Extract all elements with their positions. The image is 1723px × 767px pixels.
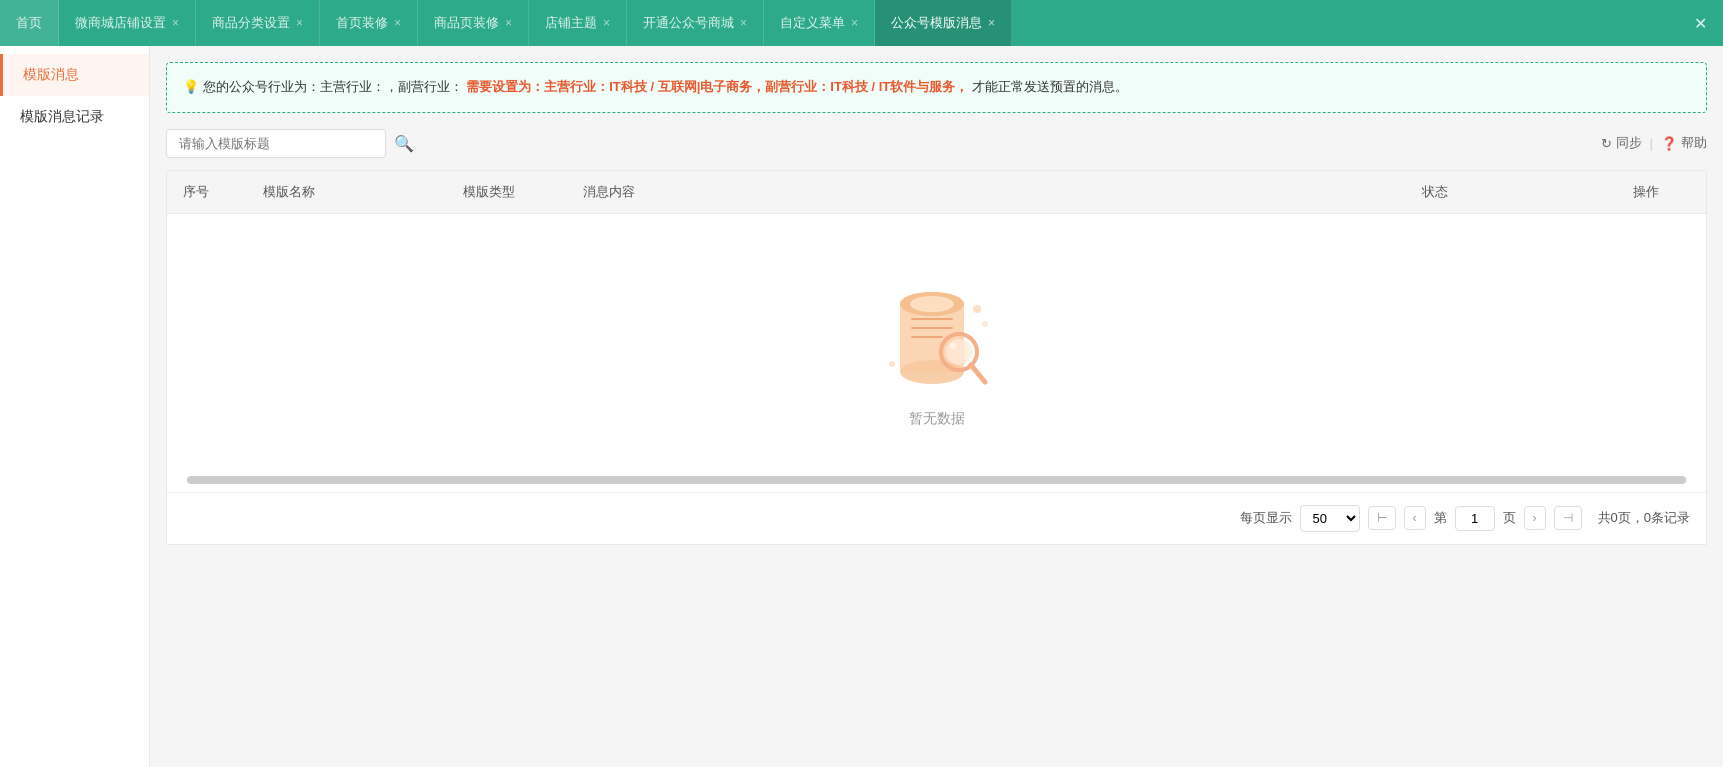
tab-store-settings-close[interactable]: × xyxy=(172,16,179,30)
tab-home-decor-label: 首页装修 xyxy=(336,14,388,32)
svg-point-12 xyxy=(973,305,981,313)
svg-point-14 xyxy=(889,361,895,367)
search-button[interactable]: 🔍 xyxy=(394,134,414,153)
tab-category-close[interactable]: × xyxy=(296,16,303,30)
tab-store-theme[interactable]: 店铺主题 × xyxy=(529,0,627,46)
search-right: ↻ 同步 | ❓ 帮助 xyxy=(1601,134,1707,152)
sidebar-item-template-record[interactable]: 模版消息记录 xyxy=(0,96,149,138)
help-label: 帮助 xyxy=(1681,134,1707,152)
page-suffix: 页 xyxy=(1503,509,1516,527)
svg-point-4 xyxy=(910,296,954,312)
content-area: 💡 您的公众号行业为：主营行业：，副营行业： 需要设置为：主营行业：IT科技 /… xyxy=(150,46,1723,767)
svg-point-11 xyxy=(950,343,956,349)
search-input[interactable] xyxy=(166,129,386,158)
prev-page-button[interactable]: ‹ xyxy=(1404,506,1426,530)
tab-home[interactable]: 首页 xyxy=(0,0,59,46)
per-page-label: 每页显示 xyxy=(1240,509,1292,527)
tab-store-settings[interactable]: 微商城店铺设置 × xyxy=(59,0,196,46)
tab-home-decor-close[interactable]: × xyxy=(394,16,401,30)
tab-custom-menu[interactable]: 自定义菜单 × xyxy=(764,0,875,46)
first-page-button[interactable]: ⊢ xyxy=(1368,506,1396,530)
sidebar: 模版消息 模版消息记录 xyxy=(0,46,150,767)
next-page-button[interactable]: › xyxy=(1524,506,1546,530)
sidebar-item-template-label: 模版消息 xyxy=(23,66,79,82)
divider: | xyxy=(1650,136,1653,151)
svg-point-13 xyxy=(982,321,988,327)
th-type: 模版类型 xyxy=(447,171,567,213)
tab-custom-menu-label: 自定义菜单 xyxy=(780,14,845,32)
info-banner: 💡 您的公众号行业为：主营行业：，副营行业： 需要设置为：主营行业：IT科技 /… xyxy=(166,62,1707,113)
tab-open-wechat-mall-close[interactable]: × xyxy=(740,16,747,30)
tab-category-label: 商品分类设置 xyxy=(212,14,290,32)
info-icon: 💡 xyxy=(183,79,199,94)
last-page-button[interactable]: ⊣ xyxy=(1554,506,1582,530)
topbar: 首页 微商城店铺设置 × 商品分类设置 × 首页装修 × 商品页装修 × 店铺主… xyxy=(0,0,1723,46)
tab-store-settings-label: 微商城店铺设置 xyxy=(75,14,166,32)
tab-template-message-label: 公众号模版消息 xyxy=(891,14,982,32)
main-layout: 模版消息 模版消息记录 💡 您的公众号行业为：主营行业：，副营行业： 需要设置为… xyxy=(0,46,1723,767)
search-bar: 🔍 ↻ 同步 | ❓ 帮助 xyxy=(166,129,1707,158)
horizontal-scrollbar[interactable] xyxy=(187,476,1686,484)
empty-state: 暂无数据 xyxy=(167,214,1706,468)
empty-illustration xyxy=(877,274,997,394)
search-left: 🔍 xyxy=(166,129,414,158)
tab-product-decor[interactable]: 商品页装修 × xyxy=(418,0,529,46)
th-status: 状态 xyxy=(1406,171,1586,213)
tab-category-settings[interactable]: 商品分类设置 × xyxy=(196,0,320,46)
per-page-select[interactable]: 10 20 50 100 xyxy=(1300,505,1360,532)
sync-icon: ↻ xyxy=(1601,136,1612,151)
th-action: 操作 xyxy=(1586,171,1706,213)
tab-home-decor[interactable]: 首页装修 × xyxy=(320,0,418,46)
pagination-bar: 每页显示 10 20 50 100 ⊢ ‹ 第 页 › ⊣ 共0页，0条记录 xyxy=(167,492,1706,544)
close-all-button[interactable]: ✕ xyxy=(1678,14,1723,33)
tab-store-theme-label: 店铺主题 xyxy=(545,14,597,32)
tab-open-wechat-mall-label: 开通公众号商城 xyxy=(643,14,734,32)
sync-label: 同步 xyxy=(1616,134,1642,152)
svg-point-9 xyxy=(946,339,972,365)
total-info: 共0页，0条记录 xyxy=(1598,509,1690,527)
current-page-input[interactable] xyxy=(1455,506,1495,531)
tab-open-wechat-mall[interactable]: 开通公众号商城 × xyxy=(627,0,764,46)
info-prefix: 您的公众号行业为：主营行业：，副营行业： xyxy=(203,79,463,94)
tab-template-message-close[interactable]: × xyxy=(988,16,995,30)
th-content: 消息内容 xyxy=(567,171,1406,213)
tab-store-theme-close[interactable]: × xyxy=(603,16,610,30)
tab-home-label: 首页 xyxy=(16,14,42,32)
tab-custom-menu-close[interactable]: × xyxy=(851,16,858,30)
info-highlight: 需要设置为：主营行业：IT科技 / 互联网|电子商务，副营行业：IT科技 / I… xyxy=(466,79,968,94)
data-table: 序号 模版名称 模版类型 消息内容 状态 操作 xyxy=(166,170,1707,545)
th-name: 模版名称 xyxy=(247,171,447,213)
sync-button[interactable]: ↻ 同步 xyxy=(1601,134,1642,152)
th-num: 序号 xyxy=(167,171,247,213)
tab-template-message[interactable]: 公众号模版消息 × xyxy=(875,0,1012,46)
table-header: 序号 模版名称 模版类型 消息内容 状态 操作 xyxy=(167,171,1706,214)
sidebar-item-record-label: 模版消息记录 xyxy=(20,108,104,124)
page-prefix: 第 xyxy=(1434,509,1447,527)
tab-product-decor-label: 商品页装修 xyxy=(434,14,499,32)
help-button[interactable]: ❓ 帮助 xyxy=(1661,134,1707,152)
sidebar-item-template-message[interactable]: 模版消息 xyxy=(0,54,149,96)
help-icon: ❓ xyxy=(1661,136,1677,151)
empty-text: 暂无数据 xyxy=(909,410,965,428)
svg-line-10 xyxy=(971,365,985,382)
info-suffix: 才能正常发送预置的消息。 xyxy=(972,79,1128,94)
tab-product-decor-close[interactable]: × xyxy=(505,16,512,30)
